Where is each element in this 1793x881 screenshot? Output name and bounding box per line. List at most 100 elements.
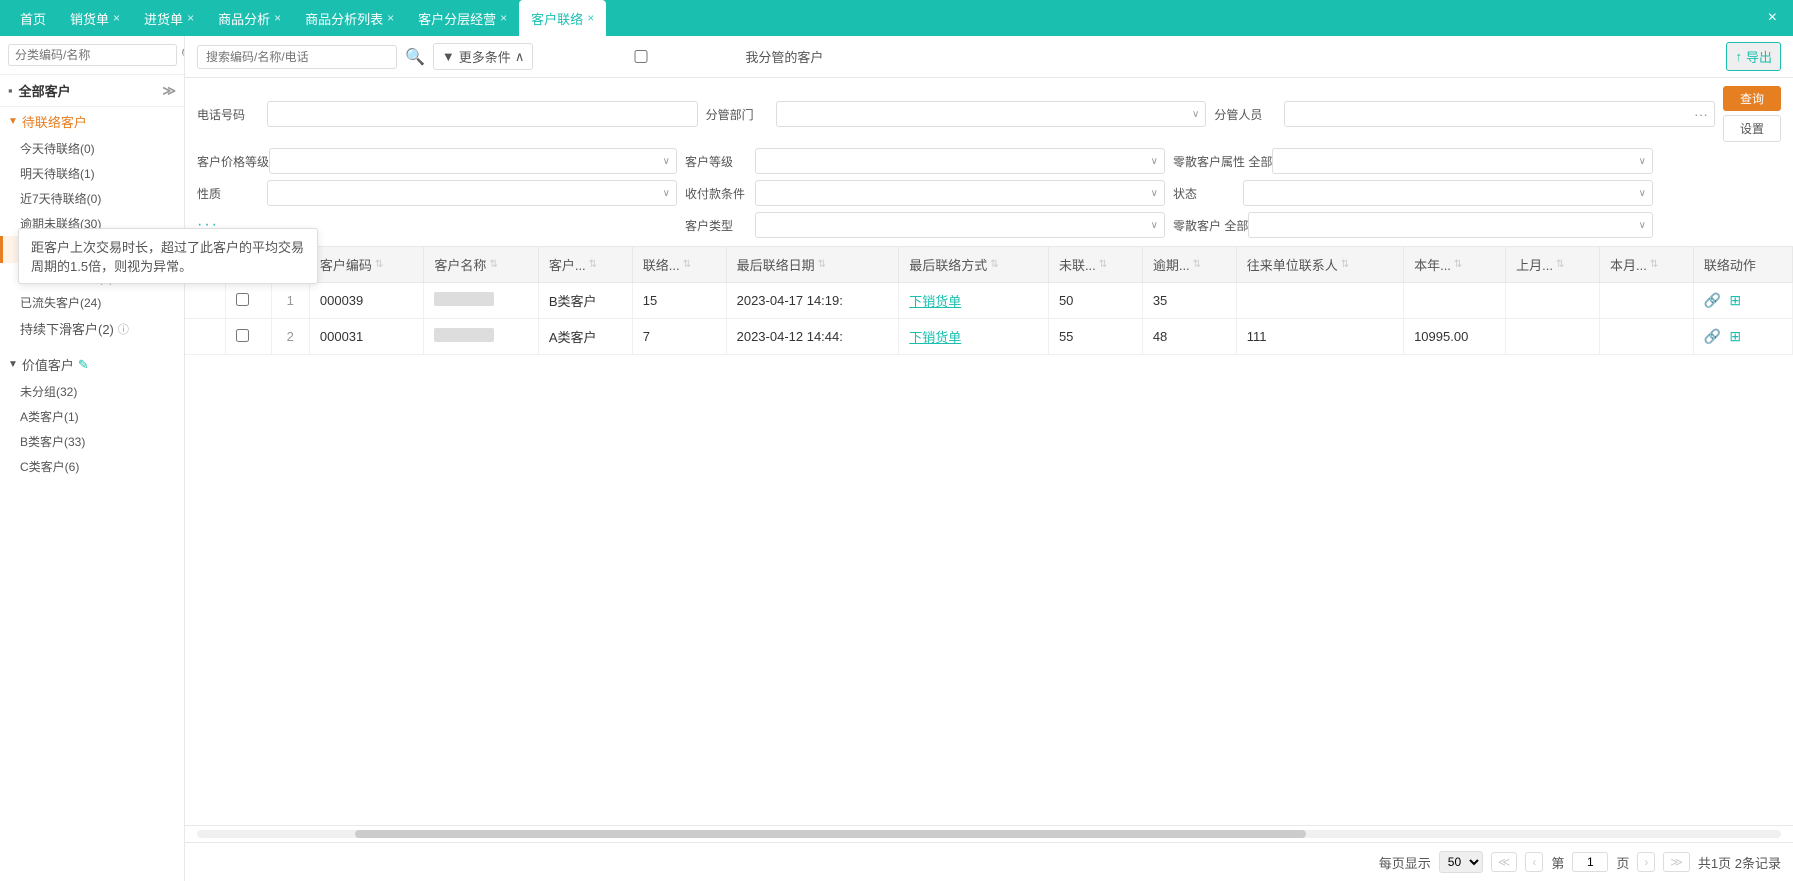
customer-type-select[interactable]: ∨ — [755, 212, 1165, 238]
sidebar-group-pending[interactable]: ▼ 待联络客户 — [0, 107, 184, 136]
sidebar-item-churned[interactable]: 已流失客户(24) — [0, 290, 184, 315]
chevron-down-icon-8: ∨ — [1151, 220, 1158, 231]
scrollbar-thumb[interactable] — [355, 830, 1305, 838]
row1-check[interactable] — [236, 293, 249, 306]
nav-customer-contact[interactable]: 客户联络 × — [519, 0, 606, 36]
scrollbar-track — [197, 830, 1781, 838]
th-name[interactable]: 客户名称 ⇅ — [424, 247, 538, 283]
nav-close-product-analysis[interactable]: × — [274, 11, 281, 25]
th-company-contact[interactable]: 往来单位联系人 ⇅ — [1236, 247, 1403, 283]
nav-close-product-analysis-list[interactable]: × — [387, 11, 394, 25]
nav-purchase[interactable]: 进货单 × — [132, 0, 206, 36]
row2-last-month — [1506, 319, 1600, 355]
th-last-contact-date[interactable]: 最后联络日期 ⇅ — [726, 247, 899, 283]
dept-label: 分管部门 — [706, 106, 776, 123]
row1-link-icon[interactable]: 🔗 — [1704, 292, 1721, 309]
payment-label: 收付款条件 — [685, 185, 755, 202]
page-input[interactable] — [1572, 852, 1608, 872]
payment-select[interactable]: ∨ — [755, 180, 1165, 206]
status-label: 状态 — [1173, 185, 1243, 202]
nav-close-purchase[interactable]: × — [187, 11, 194, 25]
sidebar-item-7days[interactable]: 近7天待联络(0) — [0, 186, 184, 211]
gender-select[interactable]: ∨ — [267, 180, 677, 206]
row1-last-method[interactable]: 下销货单 — [899, 283, 1049, 319]
th-uncontacted[interactable]: 未联... ⇅ — [1048, 247, 1142, 283]
row2-checkbox[interactable] — [225, 319, 271, 355]
retail-customer-select[interactable]: ∨ — [1248, 212, 1653, 238]
query-btn[interactable]: 查询 — [1723, 86, 1781, 111]
row2-grid-icon[interactable]: ⊞ — [1729, 328, 1741, 345]
th-last-month[interactable]: 上月... ⇅ — [1506, 247, 1600, 283]
sidebar-item-class-c[interactable]: C类客户(6) — [0, 454, 184, 479]
per-page-select[interactable]: 50 — [1439, 851, 1483, 873]
row2-check[interactable] — [236, 329, 249, 342]
nav-close-customer-tiering[interactable]: × — [500, 11, 507, 25]
price-level-select[interactable]: ∨ — [269, 148, 677, 174]
row1-level: B类客户 — [538, 283, 632, 319]
status-select[interactable]: ∨ — [1243, 180, 1653, 206]
sidebar-search-input[interactable] — [8, 44, 177, 66]
nav-close-sales[interactable]: × — [113, 11, 120, 25]
row1-checkbox[interactable] — [225, 283, 271, 319]
sidebar-item-tomorrow[interactable]: 明天待联络(1) — [0, 161, 184, 186]
page-unit-label: 页 — [1616, 853, 1629, 872]
page-first-btn[interactable]: ≪ — [1491, 852, 1518, 872]
th-contact[interactable]: 联络... ⇅ — [632, 247, 726, 283]
sidebar-item-declining[interactable]: 持续下滑客户(2) ⓘ — [0, 315, 184, 342]
th-this-month[interactable]: 本月... ⇅ — [1600, 247, 1694, 283]
row1-this-month — [1600, 283, 1694, 319]
sidebar-item-today[interactable]: 今天待联络(0) — [0, 136, 184, 161]
page-next-btn[interactable]: › — [1637, 852, 1655, 872]
page-last-btn[interactable]: ≫ — [1663, 852, 1690, 872]
row2-link-icon[interactable]: 🔗 — [1704, 328, 1721, 345]
expand-icon: ▪ — [8, 83, 13, 98]
settings-btn[interactable]: 设置 — [1723, 115, 1781, 142]
row1-company-contact — [1236, 283, 1403, 319]
retail-attr-select[interactable]: ∨ — [1272, 148, 1653, 174]
row2-settings — [185, 319, 225, 355]
dept-select[interactable]: ∨ — [776, 101, 1207, 127]
row2-last-method[interactable]: 下销货单 — [899, 319, 1049, 355]
edit-icon[interactable]: ✎ — [78, 357, 89, 373]
arrow-down-icon: ▼ — [8, 116, 18, 127]
phone-input[interactable] — [267, 101, 698, 127]
th-overdue[interactable]: 逾期... ⇅ — [1142, 247, 1236, 283]
sort-icon: ⇅ — [375, 259, 383, 270]
row1-overdue: 35 — [1142, 283, 1236, 319]
sidebar-collapse-btn[interactable]: ≫ — [162, 83, 176, 99]
sort-icon-6: ⇅ — [990, 259, 998, 270]
th-this-year[interactable]: 本年... ⇅ — [1404, 247, 1506, 283]
person-select[interactable]: ··· — [1284, 101, 1715, 127]
page-prev-btn[interactable]: ‹ — [1525, 852, 1543, 872]
sidebar-item-ungroups[interactable]: 未分组(32) — [0, 379, 184, 404]
sidebar-all-customers[interactable]: ▪ 全部客户 ≫ — [0, 75, 184, 107]
my-customers-label[interactable]: 我分管的客户 — [541, 47, 823, 66]
row1-grid-icon[interactable]: ⊞ — [1729, 292, 1741, 309]
horizontal-scrollbar[interactable] — [185, 825, 1793, 842]
sidebar-item-class-b[interactable]: B类客户(33) — [0, 429, 184, 454]
page-label: 第 — [1551, 853, 1564, 872]
chevron-down-icon-2: ∨ — [663, 156, 670, 167]
nav-sales[interactable]: 销货单 × — [58, 0, 132, 36]
nav-home[interactable]: 首页 — [8, 0, 58, 36]
search-button[interactable]: 🔍 — [405, 47, 425, 67]
my-customers-checkbox[interactable] — [541, 50, 741, 63]
nav-close-customer-contact[interactable]: × — [587, 11, 594, 25]
nav-product-analysis[interactable]: 商品分析 × — [206, 0, 293, 36]
row1-name — [424, 283, 538, 319]
nav-customer-tiering[interactable]: 客户分层经营 × — [406, 0, 519, 36]
th-last-contact-method[interactable]: 最后联络方式 ⇅ — [899, 247, 1049, 283]
sidebar-item-class-a[interactable]: A类客户(1) — [0, 404, 184, 429]
sidebar-group-value[interactable]: ▼ 价值客户 ✎ — [0, 350, 184, 379]
window-close-btn[interactable]: × — [1760, 9, 1785, 27]
export-btn[interactable]: ↑ 导出 — [1726, 42, 1781, 71]
nav-product-analysis-list[interactable]: 商品分析列表 × — [293, 0, 406, 36]
row2-this-year: 10995.00 — [1404, 319, 1506, 355]
row2-level: A类客户 — [538, 319, 632, 355]
th-level[interactable]: 客户... ⇅ — [538, 247, 632, 283]
customer-level-select[interactable]: ∨ — [755, 148, 1165, 174]
search-input[interactable] — [197, 45, 397, 69]
more-filter-btn[interactable]: ▼ 更多条件 ∧ — [433, 43, 533, 70]
th-code[interactable]: 客户编码 ⇅ — [309, 247, 423, 283]
chevron-down-icon-5: ∨ — [663, 188, 670, 199]
